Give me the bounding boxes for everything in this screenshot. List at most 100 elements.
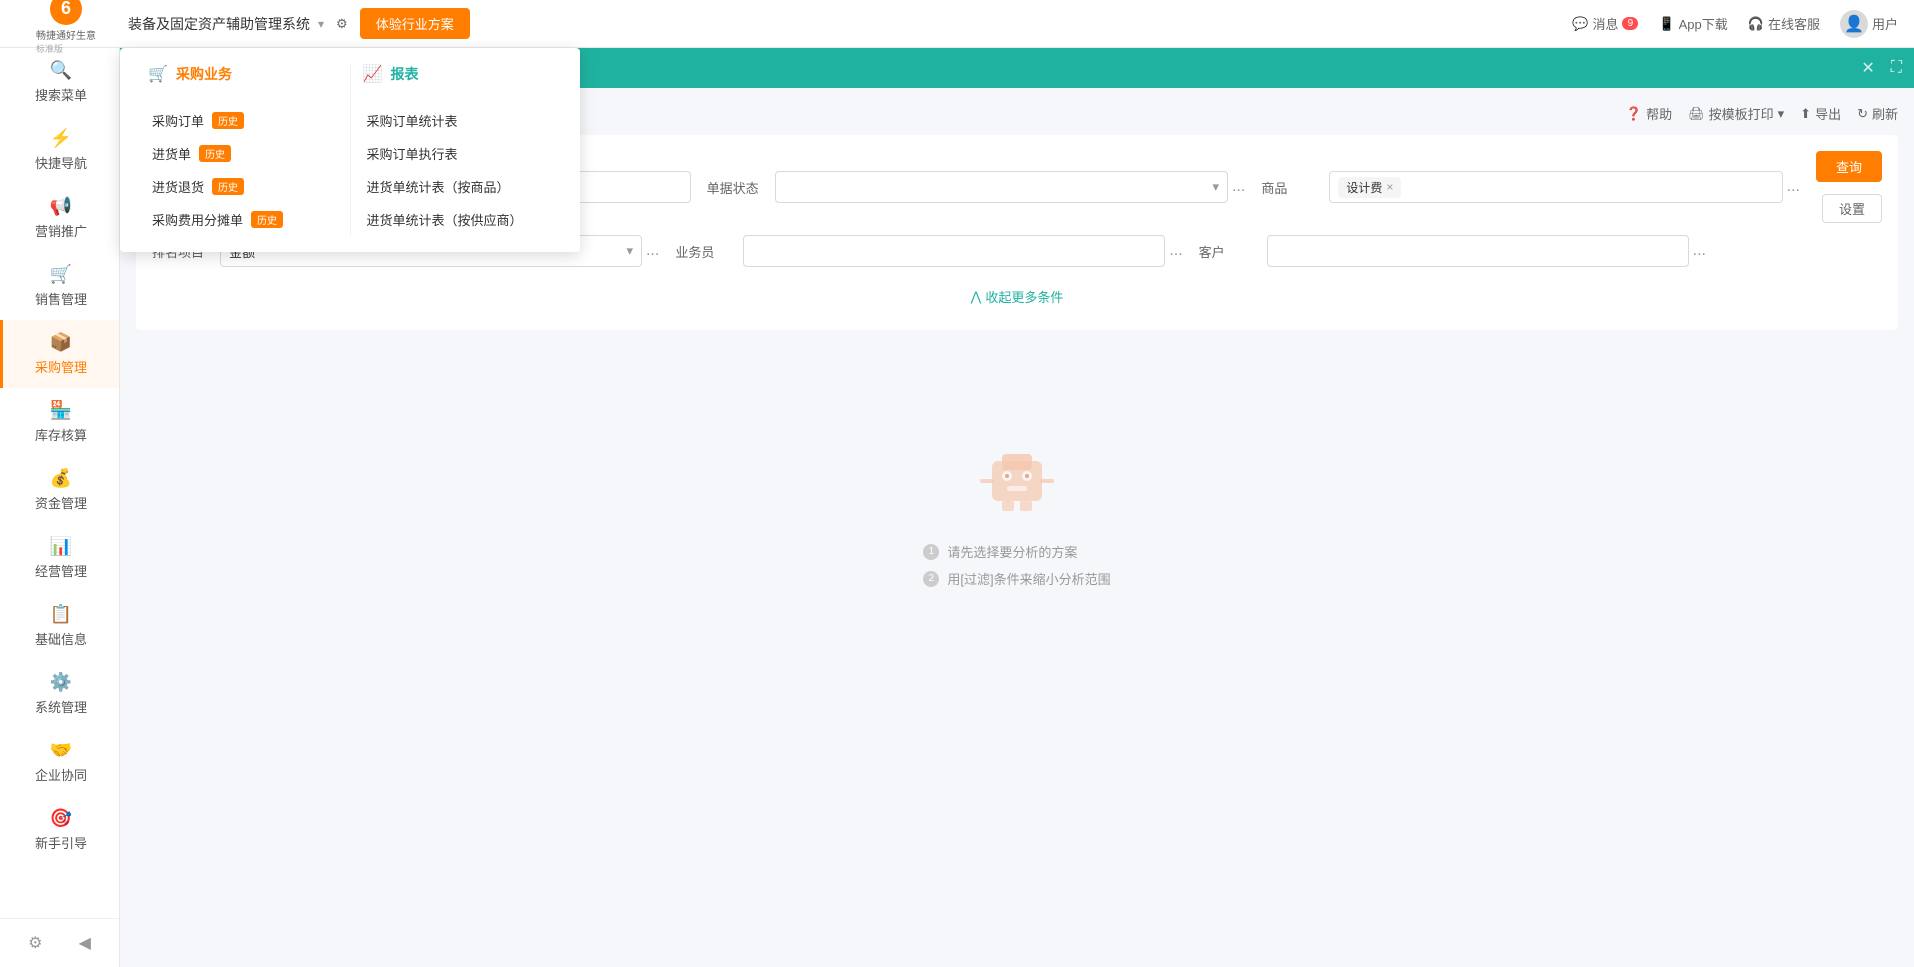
menu-item-order-exec[interactable]: 采购订单执行表 (363, 137, 553, 170)
sidebar-item-finance[interactable]: 💰 资金管理 (0, 456, 119, 524)
query-button[interactable]: 查询 (1816, 151, 1882, 182)
history-badge: 历史 (251, 211, 283, 228)
phone-icon: 📱 (1658, 16, 1674, 32)
notifications-action[interactable]: 💬 消息 9 (1572, 14, 1638, 33)
sidebar-item-label: 采购管理 (35, 357, 87, 376)
store-icon: 🏪 (50, 400, 72, 421)
tip-num-1: 1 (923, 544, 939, 560)
goods-input-area[interactable]: 设计费 × (1329, 171, 1782, 203)
help-label: 帮助 (1646, 104, 1672, 123)
sidebar-item-operations[interactable]: 📊 经营管理 (0, 524, 119, 592)
document-status-select[interactable]: ▾ (775, 171, 1228, 203)
chevron-down-icon: ▾ (1212, 179, 1219, 195)
refresh-icon: ↻ (1857, 106, 1868, 122)
reports-section: 📈 报表 采购订单统计表 采购订单执行表 进货单统计表（按商品） 进货单统计表（… (350, 64, 565, 236)
customer-dots[interactable]: ... (1693, 242, 1706, 260)
menu-item-purchase-cost[interactable]: 采购费用分摊单 历史 (148, 203, 338, 236)
handshake-icon: 🤝 (50, 740, 72, 761)
salesperson-dots[interactable]: ... (1169, 242, 1182, 260)
sidebar-item-purchase[interactable]: 📦 采购管理 (0, 320, 119, 388)
sidebar-item-beginner[interactable]: 🎯 新手引导 (0, 796, 119, 864)
collapse-up-icon: ⋀ (971, 289, 982, 305)
tab-maximize-icon[interactable]: ⛶ (1887, 55, 1906, 81)
export-label: 导出 (1815, 104, 1841, 123)
sidebar-item-quick-nav[interactable]: ⚡ 快捷导航 (0, 116, 119, 184)
settings-icon-btn[interactable]: ⚙ (332, 12, 352, 36)
online-service-action[interactable]: 🎧 在线客服 (1748, 14, 1820, 33)
menu-item-label: 采购订单执行表 (367, 144, 458, 163)
sidebar-item-label: 销售管理 (35, 289, 87, 308)
rank-item-dots[interactable]: ... (646, 242, 659, 260)
settings-button[interactable]: 设置 (1822, 194, 1882, 223)
reports-section-icon: 📈 (363, 64, 383, 84)
sidebar-item-label: 搜索菜单 (35, 85, 87, 104)
sidebar-item-label: 快捷导航 (35, 153, 87, 172)
menu-item-purchase-receipt[interactable]: 进货单 历史 (148, 137, 338, 170)
sidebar-item-label: 经营管理 (35, 561, 87, 580)
refresh-action[interactable]: ↻ 刷新 (1857, 104, 1898, 123)
help-icon: ❓ (1626, 106, 1642, 122)
menu-item-label: 采购订单 (152, 111, 204, 130)
menu-item-label: 进货单统计表（按供应商） (367, 210, 523, 229)
target-icon: 🎯 (50, 808, 72, 829)
megaphone-icon: 📢 (50, 196, 72, 217)
print-template-label: 按模板打印 (1709, 104, 1774, 123)
document-status-label: 单据状态 (707, 178, 767, 197)
customer-input[interactable] (1267, 235, 1689, 267)
goods-dots[interactable]: ... (1787, 178, 1800, 196)
refresh-label: 刷新 (1872, 104, 1898, 123)
notifications-label: 消息 (1592, 14, 1618, 33)
sidebar-item-enterprise[interactable]: 🤝 企业协同 (0, 728, 119, 796)
notifications-badge: 9 (1622, 17, 1638, 30)
lightning-icon: ⚡ (50, 128, 72, 149)
online-service-label: 在线客服 (1768, 14, 1820, 33)
sidebar-item-base-info[interactable]: 📋 基础信息 (0, 592, 119, 660)
system-title: 装备及固定资产辅助管理系统 (128, 14, 310, 34)
sidebar-item-sys-mgmt[interactable]: ⚙️ 系统管理 (0, 660, 119, 728)
export-action[interactable]: ⬆ 导出 (1800, 104, 1841, 123)
tab-close-all-icon[interactable]: ✕ (1857, 54, 1878, 82)
sidebar-item-label: 企业协同 (35, 765, 87, 784)
filter-goods: 商品 设计费 × ... (1261, 171, 1800, 203)
help-action[interactable]: ❓ 帮助 (1626, 104, 1672, 123)
menu-item-purchase-return[interactable]: 进货退货 历史 (148, 170, 338, 203)
logo-icon: 6 (50, 0, 82, 25)
sidebar-item-search-menu[interactable]: 🔍 搜索菜单 (0, 48, 119, 116)
empty-tips: 1 请先选择要分析的方案 2 用[过滤]条件来缩小分析范围 (923, 542, 1110, 588)
customer-label: 客户 (1199, 242, 1259, 261)
filter-collapse-btn[interactable]: ⋀ 收起更多条件 (152, 279, 1882, 314)
sidebar-item-sales[interactable]: 🛒 销售管理 (0, 252, 119, 320)
sidebar-collapse-icon[interactable]: ◀ (75, 929, 95, 957)
history-badge: 历史 (212, 178, 244, 195)
box-icon: 📦 (50, 332, 72, 353)
sidebar-item-label: 库存核算 (35, 425, 87, 444)
goods-label: 商品 (1261, 178, 1321, 197)
sidebar-settings-icon[interactable]: ⚙ (24, 929, 46, 957)
logo-area: 6 畅捷通好生意 标准版 (16, 0, 116, 55)
print-template-action[interactable]: 🖨 按模板打印 ▾ (1688, 104, 1784, 123)
tip-1-text: 请先选择要分析的方案 (947, 542, 1077, 561)
history-badge: 历史 (212, 112, 244, 129)
app-download-action[interactable]: 📱 App下载 (1658, 14, 1727, 33)
sidebar-item-marketing[interactable]: 📢 营销推广 (0, 184, 119, 252)
top-header: 6 畅捷通好生意 标准版 装备及固定资产辅助管理系统 ▾ ⚙ 体验行业方案 💬 … (0, 0, 1914, 48)
menu-item-purchase-order[interactable]: 采购订单 历史 (148, 104, 338, 137)
cart-icon: 🛒 (50, 264, 72, 285)
sidebar-item-inventory[interactable]: 🏪 库存核算 (0, 388, 119, 456)
empty-illustration (967, 426, 1067, 526)
user-action[interactable]: 👤 用户 (1840, 10, 1898, 38)
header-right: 💬 消息 9 📱 App下载 🎧 在线客服 👤 用户 (1572, 10, 1898, 38)
goods-tag-remove[interactable]: × (1386, 180, 1393, 194)
document-status-dots[interactable]: ... (1232, 178, 1245, 196)
gear-icon: ⚙️ (50, 672, 72, 693)
purchase-business-section: 🛒 采购业务 采购订单 历史 进货单 历史 进货退货 历史 采购费用分摊单 历史 (136, 64, 350, 236)
menu-item-receipt-stats-supplier[interactable]: 进货单统计表（按供应商） (363, 203, 553, 236)
industry-button[interactable]: 体验行业方案 (360, 8, 470, 39)
sidebar-bottom: ⚙ ◀ (0, 918, 119, 967)
chevron-down-icon[interactable]: ▾ (318, 17, 324, 31)
menu-item-order-stats[interactable]: 采购订单统计表 (363, 104, 553, 137)
salesperson-input[interactable] (743, 235, 1165, 267)
menu-item-label: 进货退货 (152, 177, 204, 196)
menu-item-receipt-stats-goods[interactable]: 进货单统计表（按商品） (363, 170, 553, 203)
tip-num-2: 2 (923, 571, 939, 587)
